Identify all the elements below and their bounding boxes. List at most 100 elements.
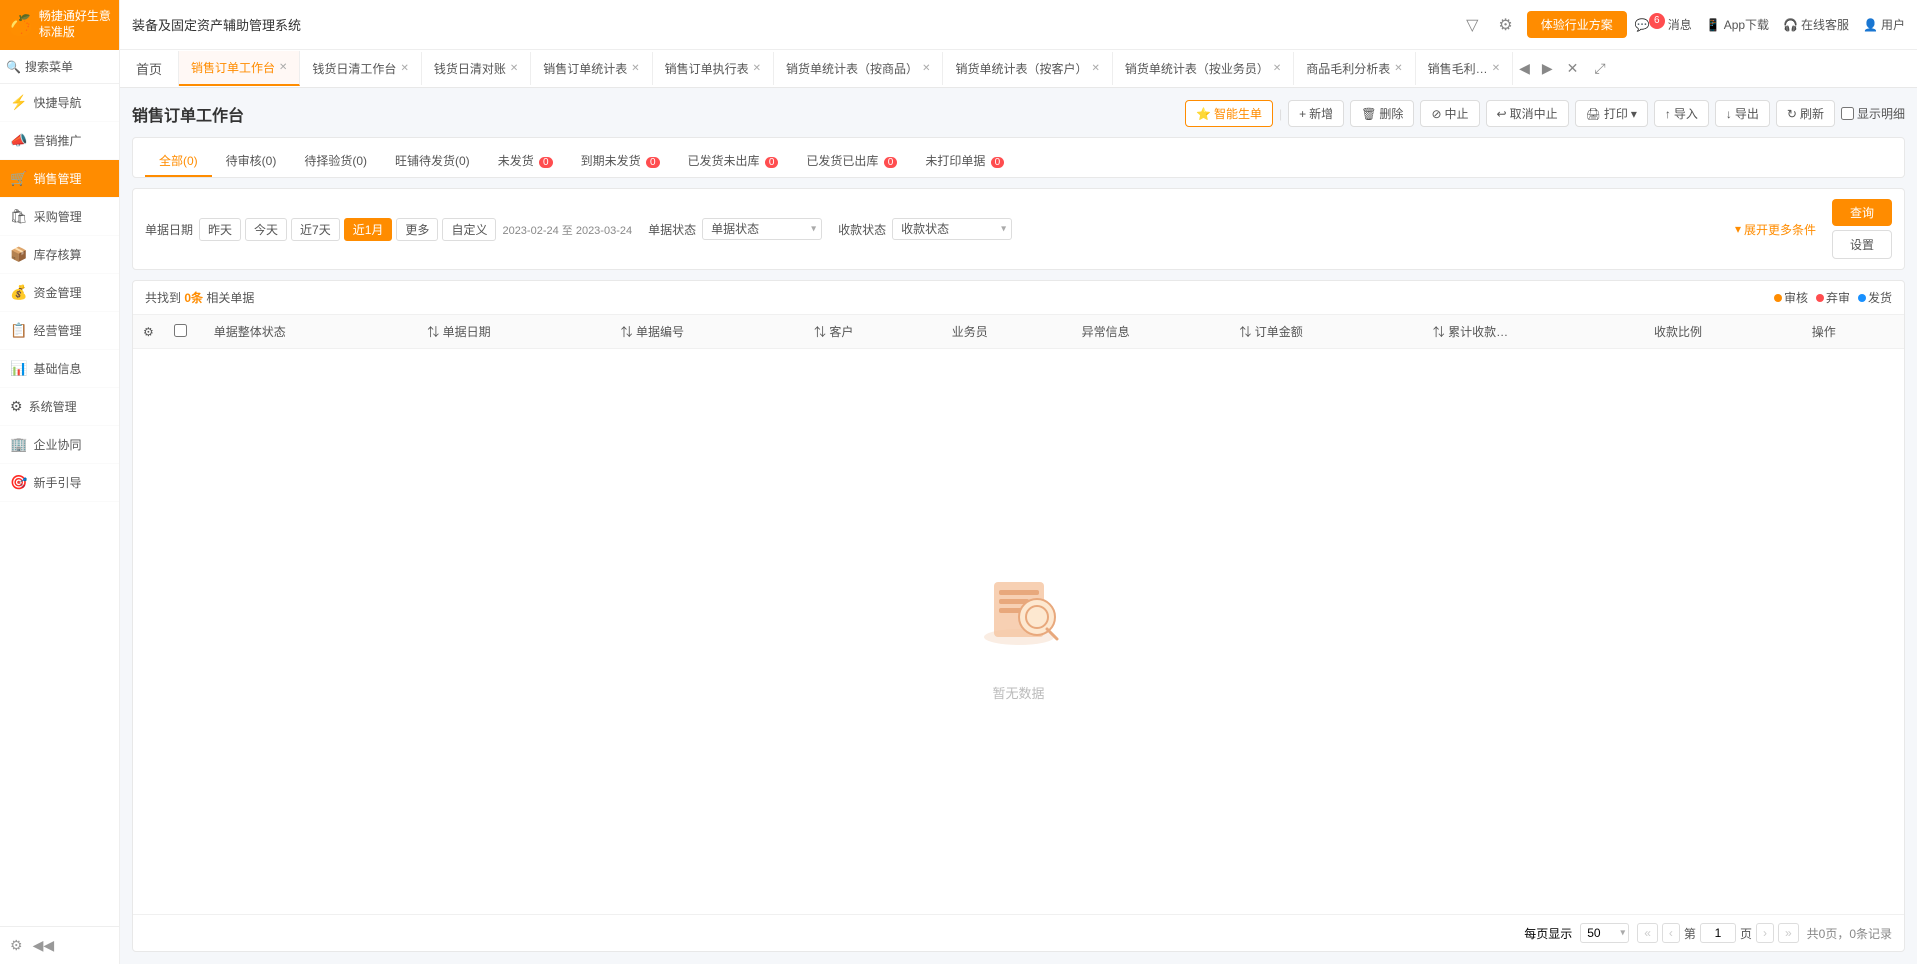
sort-icon[interactable]: ⇅ xyxy=(1239,325,1251,339)
sidebar-item-basic[interactable]: 📊 基础信息 xyxy=(0,350,119,388)
tab-sales-margin[interactable]: 销售毛利… ✕ xyxy=(1416,52,1513,85)
gear-icon[interactable]: ⚙ xyxy=(1498,15,1512,35)
tab-sales-customer[interactable]: 销货单统计表（按客户） ✕ xyxy=(943,52,1112,85)
tab-close-icon[interactable]: ✕ xyxy=(753,63,761,74)
user-btn[interactable]: 👤 用户 xyxy=(1863,16,1905,33)
show-detail-checkbox[interactable] xyxy=(1841,107,1854,120)
online-service-btn[interactable]: 🎧 在线客服 xyxy=(1783,16,1849,33)
settings-icon[interactable]: ⚙ xyxy=(10,937,23,954)
sub-tab-pending-inspection[interactable]: 待择验货(0) xyxy=(290,146,381,177)
add-btn[interactable]: + 新增 xyxy=(1288,100,1344,127)
tab-scroll-left[interactable]: ◀ xyxy=(1513,60,1536,77)
date-btn-7days[interactable]: 近7天 xyxy=(291,218,340,241)
tab-close-icon[interactable]: ✕ xyxy=(400,63,408,74)
message-btn[interactable]: 💬 6 消息 xyxy=(1635,16,1692,33)
date-btn-today[interactable]: 今天 xyxy=(245,218,287,241)
expand-btn[interactable]: ▾ 展开更多条件 xyxy=(1735,221,1816,238)
sort-icon[interactable]: ⇅ xyxy=(814,325,826,339)
sidebar-item-operations[interactable]: 📋 经营管理 xyxy=(0,312,119,350)
delete-btn-label: 删除 xyxy=(1379,105,1403,122)
setting-btn[interactable]: 设置 xyxy=(1832,230,1892,259)
tab-close-icon[interactable]: ✕ xyxy=(1394,63,1402,74)
sub-tab-not-shipped[interactable]: 未发货 0 xyxy=(484,146,567,177)
tab-close-icon[interactable]: ✕ xyxy=(510,63,518,74)
tab-label: 商品毛利分析表 xyxy=(1306,60,1390,77)
sub-tab-shipped-not-out[interactable]: 已发货未出库 0 xyxy=(674,146,793,177)
tab-sales-exec[interactable]: 销售订单执行表 ✕ xyxy=(653,52,774,85)
tab-sales-workbench[interactable]: 销售订单工作台 ✕ xyxy=(179,51,300,86)
cancel-audit-btn[interactable]: 弃审 xyxy=(1816,289,1850,306)
print-btn[interactable]: 🖨 打印 ▾ xyxy=(1575,100,1648,127)
cancel-stop-btn-label: 取消中止 xyxy=(1510,105,1558,122)
tab-sales-stats[interactable]: 销售订单统计表 ✕ xyxy=(531,52,652,85)
date-btn-custom[interactable]: 自定义 xyxy=(442,218,496,241)
tab-sales-product[interactable]: 销货单统计表（按商品） ✕ xyxy=(774,52,943,85)
first-page-btn[interactable]: « xyxy=(1637,923,1658,943)
industry-btn[interactable]: 体验行业方案 xyxy=(1527,11,1627,38)
sidebar-item-system[interactable]: ⚙ 系统管理 xyxy=(0,388,119,426)
import-btn[interactable]: ↑ 导入 xyxy=(1654,100,1709,127)
tab-close-icon[interactable]: ✕ xyxy=(922,63,930,74)
page-input[interactable] xyxy=(1700,923,1736,943)
tab-margin[interactable]: 商品毛利分析表 ✕ xyxy=(1294,52,1415,85)
tab-scroll-right[interactable]: ▶ xyxy=(1536,60,1559,77)
prev-page-btn[interactable]: ‹ xyxy=(1662,923,1680,943)
stop-btn[interactable]: ⊘ 中止 xyxy=(1420,100,1479,127)
tab-close-icon[interactable]: ✕ xyxy=(631,63,639,74)
tab-close-icon[interactable]: ✕ xyxy=(1273,63,1281,74)
settings-icon[interactable]: ▽ xyxy=(1466,15,1478,35)
sidebar-item-purchase[interactable]: 🛍 采购管理 xyxy=(0,198,119,236)
sidebar-item-sales[interactable]: 🛒 销售管理 xyxy=(0,160,119,198)
search-menu[interactable]: 🔍 搜索菜单 xyxy=(0,50,119,84)
show-detail-label[interactable]: 显示明细 xyxy=(1841,105,1905,122)
sidebar-item-marketing[interactable]: 📣 营销推广 xyxy=(0,122,119,160)
sidebar-item-label: 新手引导 xyxy=(33,474,81,491)
export-btn-label: 导出 xyxy=(1735,105,1759,122)
tab-close-icon[interactable]: ✕ xyxy=(1091,63,1099,74)
sub-tab-shipped-out[interactable]: 已发货已出库 0 xyxy=(792,146,911,177)
sub-tab-not-printed[interactable]: 未打印单据 0 xyxy=(911,146,1018,177)
smart-btn[interactable]: ⭐ 智能生单 xyxy=(1185,100,1273,127)
refresh-btn[interactable]: ↻ 刷新 xyxy=(1776,100,1835,127)
payment-select[interactable]: 收款状态 xyxy=(892,218,1012,240)
page-size-select[interactable]: 20 50 100 xyxy=(1580,923,1629,943)
sub-tab-overdue-not-shipped[interactable]: 到期未发货 0 xyxy=(567,146,674,177)
sub-tab-all[interactable]: 全部(0) xyxy=(145,146,212,177)
tab-close-all[interactable]: ✕ xyxy=(1559,60,1587,77)
collapse-icon[interactable]: ◀◀ xyxy=(33,937,55,954)
main-content: 装备及固定资产辅助管理系统 ▽ ⚙ 体验行业方案 💬 6 消息 📱 App下载 … xyxy=(120,0,1917,964)
sidebar-item-enterprise[interactable]: 🏢 企业协同 xyxy=(0,426,119,464)
tab-home[interactable]: 首页 xyxy=(120,51,179,86)
tab-cash-reconcile[interactable]: 钱货日清对账 ✕ xyxy=(422,52,531,85)
tab-maximize[interactable]: ⤢ xyxy=(1586,60,1613,77)
tab-close-icon[interactable]: ✕ xyxy=(279,62,287,73)
sort-icon[interactable]: ⇅ xyxy=(1433,325,1445,339)
status-select[interactable]: 单据状态 xyxy=(702,218,822,240)
sub-tab-wangpu-pending[interactable]: 旺铺待发货(0) xyxy=(381,146,484,177)
date-btn-1month[interactable]: 近1月 xyxy=(344,218,393,241)
tab-close-icon[interactable]: ✕ xyxy=(1492,63,1500,74)
topbar-right: 💬 6 消息 📱 App下载 🎧 在线客服 👤 用户 xyxy=(1635,16,1905,33)
ship-btn[interactable]: 发货 xyxy=(1858,289,1892,306)
sidebar-item-inventory[interactable]: 📦 库存核算 xyxy=(0,236,119,274)
tab-cash-daily[interactable]: 钱货日清工作台 ✕ xyxy=(300,52,421,85)
app-download-btn[interactable]: 📱 App下载 xyxy=(1706,16,1769,33)
last-page-btn[interactable]: » xyxy=(1778,923,1799,943)
query-btn[interactable]: 查询 xyxy=(1832,199,1892,226)
select-all-checkbox[interactable] xyxy=(174,324,187,337)
th-settings: ⚙ xyxy=(133,315,164,349)
sidebar-item-finance[interactable]: 💰 资金管理 xyxy=(0,274,119,312)
audit-btn[interactable]: 审核 xyxy=(1774,289,1808,306)
sort-icon[interactable]: ⇅ xyxy=(427,325,439,339)
export-btn[interactable]: ↓ 导出 xyxy=(1715,100,1770,127)
sub-tab-pending-audit[interactable]: 待审核(0) xyxy=(212,146,291,177)
sidebar-item-new-guide[interactable]: 🎯 新手引导 xyxy=(0,464,119,502)
cancel-stop-btn[interactable]: ↩ 取消中止 xyxy=(1486,100,1569,127)
tab-sales-salesperson[interactable]: 销货单统计表（按业务员） ✕ xyxy=(1113,52,1294,85)
delete-btn[interactable]: 🗑 删除 xyxy=(1350,100,1414,127)
sidebar-item-quick-nav[interactable]: ⚡ 快捷导航 xyxy=(0,84,119,122)
sort-icon[interactable]: ⇅ xyxy=(621,325,633,339)
date-btn-more[interactable]: 更多 xyxy=(396,218,438,241)
date-btn-yesterday[interactable]: 昨天 xyxy=(199,218,241,241)
next-page-btn[interactable]: › xyxy=(1756,923,1774,943)
